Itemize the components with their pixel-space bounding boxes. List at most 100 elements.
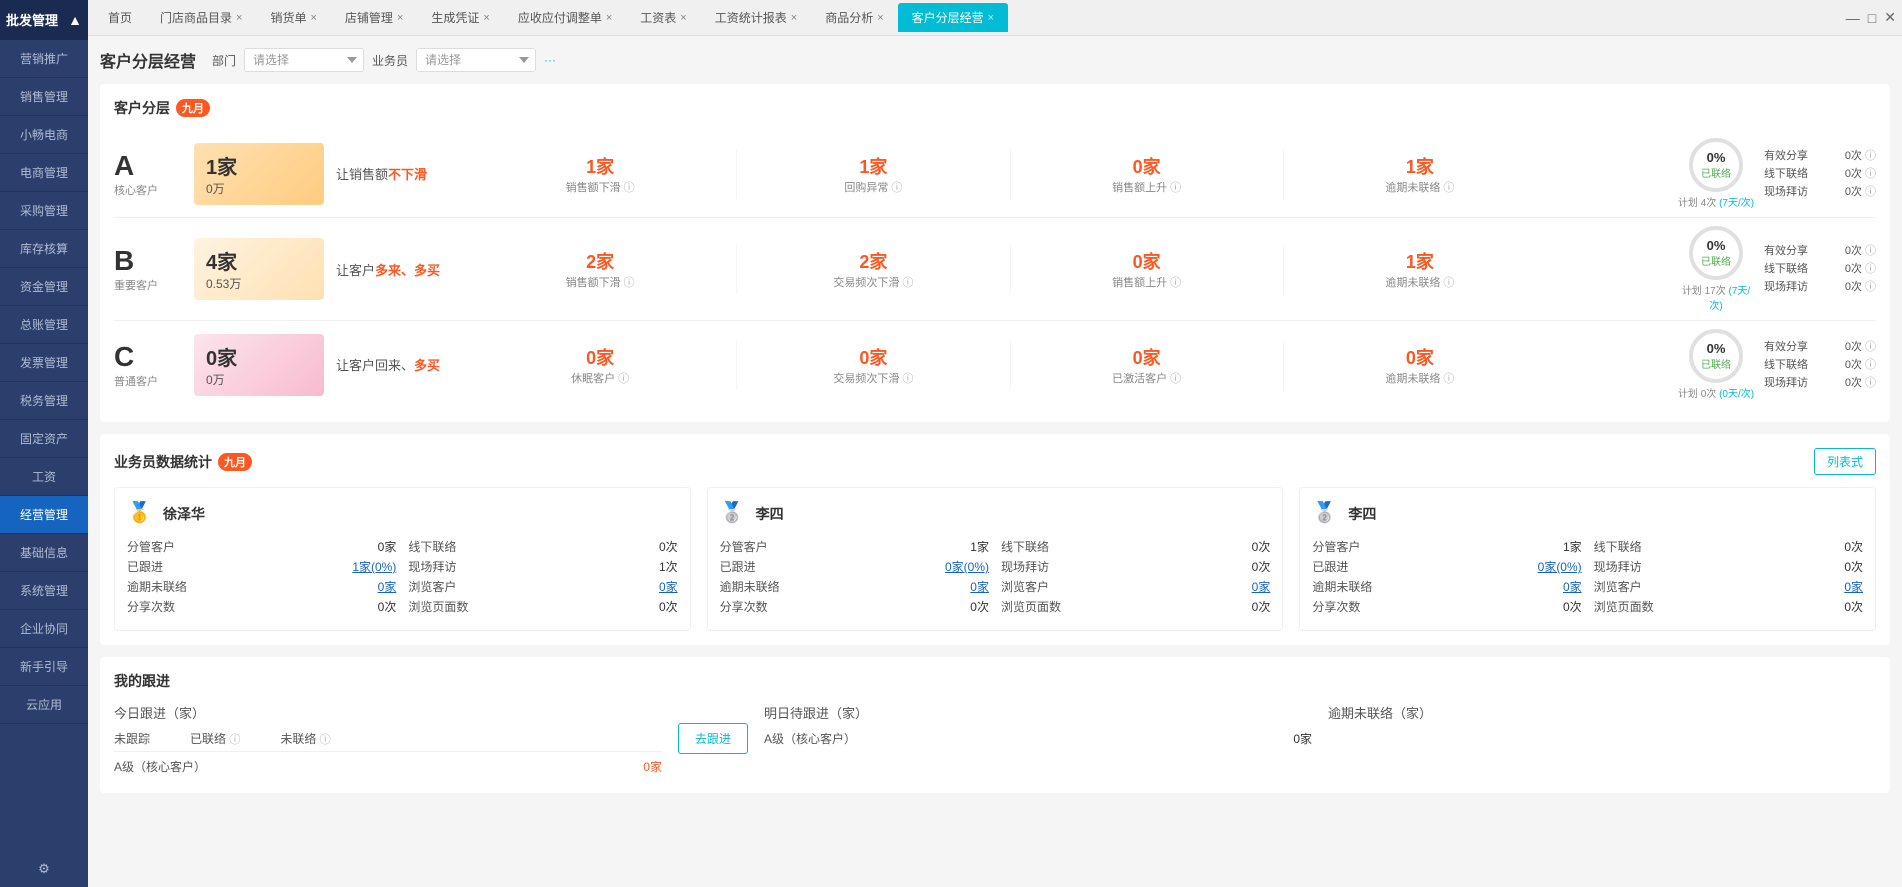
staff-avatar-0: 🥇: [127, 500, 155, 528]
tab-生成凭证[interactable]: 生成凭证×: [417, 3, 503, 32]
staff-stat-row: 现场拜访0次: [1594, 558, 1863, 575]
staff-stats-left-1: 分管客户1家已跟进0家(0%)逾期未联络0家分享次数0次: [720, 538, 989, 618]
staff-stats-left-0: 分管客户0家已跟进1家(0%)逾期未联络0家分享次数0次: [127, 538, 396, 618]
sidebar-item-云应用[interactable]: 云应用: [0, 686, 88, 724]
tab-客户分层经营[interactable]: 客户分层经营×: [898, 3, 1008, 32]
sidebar-item-基础信息[interactable]: 基础信息: [0, 534, 88, 572]
more-filters-icon[interactable]: ···: [544, 53, 556, 67]
sidebar-item-小畅电商[interactable]: 小畅电商: [0, 116, 88, 154]
tier-metric: 1家 销售额下滑 ⓘ: [464, 149, 737, 199]
sidebar-item-经营管理[interactable]: 经营管理: [0, 496, 88, 534]
tab-商品分析[interactable]: 商品分析×: [811, 3, 897, 32]
tab-bar: 首页门店商品目录×销货单×店铺管理×生成凭证×应收应付调整单×工资表×工资统计报…: [88, 0, 1902, 36]
tab-close-门店商品目录[interactable]: ×: [236, 12, 242, 24]
sidebar-item-固定资产[interactable]: 固定资产: [0, 420, 88, 458]
tier-right-stat: 线下联络0次 ⓘ: [1764, 165, 1876, 181]
tab-close-工资统计报表[interactable]: ×: [791, 12, 797, 24]
tier-action-A: 让销售额不下滑: [324, 164, 464, 183]
tab-销货单[interactable]: 销货单×: [256, 3, 330, 32]
sidebar-item-资金管理[interactable]: 资金管理: [0, 268, 88, 306]
tab-close-icon[interactable]: ✕: [1884, 9, 1896, 26]
tier-main-stat-A: 1家 0万: [194, 143, 324, 205]
sidebar-item-销售管理[interactable]: 销售管理: [0, 78, 88, 116]
tier-label-C: C普通客户: [114, 341, 194, 389]
tier-contact-A: [1556, 170, 1676, 178]
staff-card-1: 🥈 李四分管客户1家已跟进0家(0%)逾期未联络0家分享次数0次线下联络0次现场…: [707, 487, 1284, 631]
staff-stat-row: 已跟进1家(0%): [127, 558, 396, 575]
staff-stat-row: 分管客户0家: [127, 538, 396, 555]
tier-metric: 1家 逾期未联络 ⓘ: [1284, 149, 1556, 199]
tier-row-B: B重要客户 4家 0.53万 让客户多来、多买 2家 销售额下滑 ⓘ 2家 交易…: [114, 218, 1876, 321]
staff-stats-2: 分管客户1家已跟进0家(0%)逾期未联络0家分享次数0次线下联络0次现场拜访0次…: [1312, 538, 1863, 618]
tier-right-stat: 有效分享0次 ⓘ: [1764, 242, 1876, 258]
sidebar-item-发票管理[interactable]: 发票管理: [0, 344, 88, 382]
tab-close-销货单[interactable]: ×: [310, 12, 316, 24]
staff-stat-row: 已跟进0家(0%): [720, 558, 989, 575]
staff-stat-row: 浏览页面数0次: [408, 598, 677, 615]
tier-metric: 2家 交易频次下滑 ⓘ: [737, 244, 1010, 294]
customer-section: 客户分层 九月 A核心客户 1家 0万 让销售额不下滑 1家 销售额下滑 ⓘ 1…: [100, 84, 1890, 422]
tab-close-商品分析[interactable]: ×: [877, 12, 883, 24]
followup-overdue-col: 逾期未联络（家）: [1328, 703, 1876, 730]
staff-stat-row: 线下联络0次: [1001, 538, 1270, 555]
tab-门店商品目录[interactable]: 门店商品目录×: [146, 3, 256, 32]
staff-stat-row: 现场拜访1次: [408, 558, 677, 575]
staff-name-2: 李四: [1348, 504, 1376, 524]
tab-minimize-icon[interactable]: —: [1846, 10, 1860, 26]
staff-card-2: 🥈 李四分管客户1家已跟进0家(0%)逾期未联络0家分享次数0次线下联络0次现场…: [1299, 487, 1876, 631]
customer-month-badge: 九月: [176, 99, 210, 117]
tier-metrics-A: 1家 销售额下滑 ⓘ 1家 回购异常 ⓘ 0家 销售额上升 ⓘ 1家 逾期未联络…: [464, 149, 1556, 199]
staff-stat-row: 分享次数0次: [720, 598, 989, 615]
info-icon-2[interactable]: ⓘ: [320, 734, 331, 746]
sidebar-item-企业协同[interactable]: 企业协同: [0, 610, 88, 648]
tab-首页[interactable]: 首页: [94, 3, 146, 32]
tier-main-stat-C: 0家 0万: [194, 334, 324, 396]
tier-right-stat: 线下联络0次 ⓘ: [1764, 260, 1876, 276]
followup-section: 我的跟进 今日跟进（家） 未跟踪 已联络 ⓘ 未联络 ⓘ A级（核心客户） 0家: [100, 657, 1890, 793]
info-icon-1[interactable]: ⓘ: [229, 734, 240, 746]
tab-店铺管理[interactable]: 店铺管理×: [331, 3, 417, 32]
staff-stat-row: 逾期未联络0家: [127, 578, 396, 595]
tier-right-stat: 现场拜访0次 ⓘ: [1764, 278, 1876, 294]
tab-close-应收应付调整单[interactable]: ×: [606, 12, 612, 24]
goto-followup-button[interactable]: 去跟进: [678, 723, 748, 754]
sidebar-item-库存核算[interactable]: 库存核算: [0, 230, 88, 268]
staff-stat-row: 浏览页面数0次: [1001, 598, 1270, 615]
sidebar-collapse-icon[interactable]: ▲: [68, 12, 82, 28]
sidebar-item-电商管理[interactable]: 电商管理: [0, 154, 88, 192]
tab-工资统计报表[interactable]: 工资统计报表×: [701, 3, 811, 32]
tab-close-生成凭证[interactable]: ×: [483, 12, 489, 24]
sidebar-logo: 批发管理 ▲: [0, 0, 88, 40]
tab-工资表[interactable]: 工资表×: [626, 3, 700, 32]
tab-close-店铺管理[interactable]: ×: [397, 12, 403, 24]
tab-close-客户分层经营[interactable]: ×: [988, 12, 994, 24]
tier-label-B: B重要客户: [114, 245, 194, 293]
sidebar-item-系统管理[interactable]: 系统管理: [0, 572, 88, 610]
sidebar-item-总账管理[interactable]: 总账管理: [0, 306, 88, 344]
tier-metric: 0家 已激活客户 ⓘ: [1011, 340, 1284, 390]
tab-restore-icon[interactable]: □: [1868, 10, 1876, 26]
sidebar-settings[interactable]: ⚙: [0, 851, 88, 887]
list-view-button[interactable]: 列表式: [1814, 448, 1876, 475]
followup-tomorrow-title: 明日待跟进（家）: [764, 703, 1312, 722]
staff-select[interactable]: 请选择: [416, 48, 536, 72]
tier-right-stat: 线下联络0次 ⓘ: [1764, 356, 1876, 372]
followup-tomorrow-row-a: A级（核心客户） 0家: [764, 730, 1312, 747]
tier-metrics-C: 0家 休眠客户 ⓘ 0家 交易频次下滑 ⓘ 0家 已激活客户 ⓘ 0家 逾期未联…: [464, 340, 1556, 390]
tab-bar-actions: — □ ✕: [1846, 9, 1896, 26]
sidebar-item-工资[interactable]: 工资: [0, 458, 88, 496]
tab-close-工资表[interactable]: ×: [680, 12, 686, 24]
sidebar-item-营销推广[interactable]: 营销推广: [0, 40, 88, 78]
tab-应收应付调整单[interactable]: 应收应付调整单×: [504, 3, 626, 32]
followup-today-col: 今日跟进（家） 未跟踪 已联络 ⓘ 未联络 ⓘ A级（核心客户） 0家: [114, 703, 662, 779]
staff-stat-row: 线下联络0次: [408, 538, 677, 555]
biz-section: 业务员数据统计 九月 列表式 🥇 徐泽华分管客户0家已跟进1家(0%)逾期未联络…: [100, 434, 1890, 645]
staff-stats-1: 分管客户1家已跟进0家(0%)逾期未联络0家分享次数0次线下联络0次现场拜访0次…: [720, 538, 1271, 618]
page-header: 客户分层经营 部门 请选择 业务员 请选择 ···: [100, 48, 1890, 72]
staff-card-0: 🥇 徐泽华分管客户0家已跟进1家(0%)逾期未联络0家分享次数0次线下联络0次现…: [114, 487, 691, 631]
sidebar-item-采购管理[interactable]: 采购管理: [0, 192, 88, 230]
dept-select[interactable]: 请选择: [244, 48, 364, 72]
sidebar-item-税务管理[interactable]: 税务管理: [0, 382, 88, 420]
biz-month-badge: 九月: [218, 453, 252, 471]
sidebar-item-新手引导[interactable]: 新手引导: [0, 648, 88, 686]
